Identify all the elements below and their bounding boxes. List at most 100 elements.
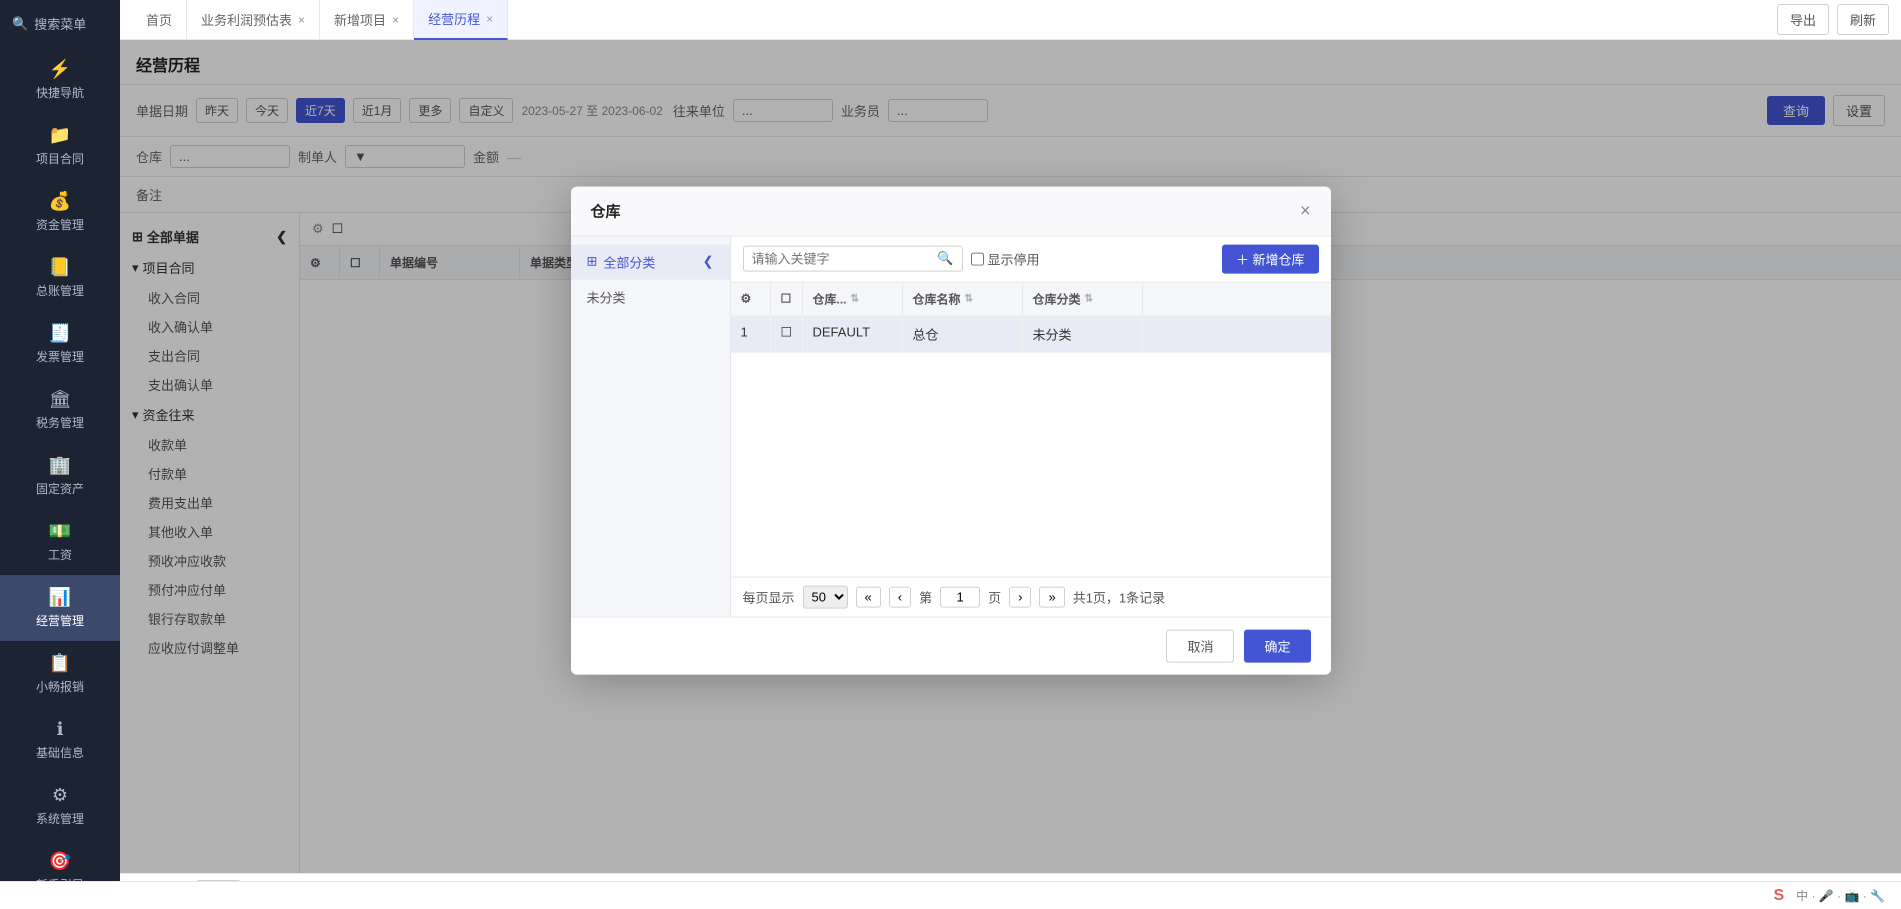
modal-next-btn[interactable]: › [1009, 586, 1031, 607]
modal-prev-btn[interactable]: ‹ [889, 586, 911, 607]
modal-per-page-label: 每页显示 [743, 587, 795, 606]
sidebar-item-quick-nav[interactable]: ⚡ 快捷导航 [0, 47, 120, 113]
tab-business-history-label: 经营历程 [428, 9, 480, 28]
modal-first-btn[interactable]: « [856, 586, 881, 607]
sort-icon-code: ⇅ [851, 293, 859, 304]
sidebar-item-ledger[interactable]: 📒 总账管理 [0, 245, 120, 311]
search-icon-modal: 🔍 [937, 251, 953, 267]
modal-last-btn[interactable]: » [1039, 586, 1064, 607]
modal-per-page-select[interactable]: 50 [803, 585, 848, 608]
search-icon: 🔍 [12, 16, 28, 32]
modal-pagination: 每页显示 50 « ‹ 第 页 › » 共1页，1条记录 [731, 576, 1331, 616]
sidebar-item-sys-mgmt[interactable]: ⚙ 系统管理 [0, 773, 120, 839]
show-disabled-label[interactable]: 显示停用 [971, 249, 1040, 268]
sidebar-item-tax[interactable]: 🏛 税务管理 [0, 377, 120, 443]
modal-toolbar: 🔍 显示停用 ＋ 新增仓库 [731, 236, 1331, 282]
app-status-bar: S 中 · 🎤 · 📺 · 🔧 [0, 881, 1901, 909]
modal-summary: 共1页，1条记录 [1073, 587, 1165, 606]
search-box[interactable]: 🔍 [743, 246, 963, 272]
refresh-button[interactable]: 刷新 [1837, 4, 1889, 35]
modal-header: 仓库 × [571, 186, 1331, 236]
brand-icon: S [1774, 887, 1785, 905]
info-icon: ℹ [57, 719, 64, 740]
modal-close-button[interactable]: × [1300, 200, 1311, 221]
add-warehouse-button[interactable]: ＋ 新增仓库 [1222, 244, 1319, 273]
modal-category-uncategorized[interactable]: 未分类 [571, 279, 730, 314]
sidebar-search[interactable]: 🔍 搜索菜单 [0, 0, 120, 47]
topbar: 首页 业务利润预估表 × 新增项目 × 经营历程 × 导出 刷新 [120, 0, 1901, 40]
sidebar-item-business-mgmt[interactable]: 📊 经营管理 [0, 575, 120, 641]
tab-new-project[interactable]: 新增项目 × [320, 0, 414, 40]
sidebar-item-label: 经营管理 [36, 612, 84, 629]
tab-new-project-close[interactable]: × [392, 13, 399, 27]
sort-icon-name: ⇅ [965, 293, 973, 304]
sidebar-item-xp-sales[interactable]: 📋 小畅报销 [0, 641, 120, 707]
confirm-button[interactable]: 确定 [1244, 629, 1310, 662]
sidebar-item-salary[interactable]: 💵 工资 [0, 509, 120, 575]
xp-icon: 📋 [49, 653, 71, 674]
modal-right-panel: 🔍 显示停用 ＋ 新增仓库 ⚙ ☐ 仓库... ⇅ 仓库名称 ⇅ [731, 236, 1331, 616]
table-row[interactable]: 1 ☐ DEFAULT 总仓 未分类 [731, 316, 1331, 352]
tab-business-history-close[interactable]: × [486, 12, 493, 26]
sidebar-item-fund-mgmt[interactable]: 💰 资金管理 [0, 179, 120, 245]
fund-icon: 💰 [49, 191, 71, 212]
sidebar-item-label: 总账管理 [36, 282, 84, 299]
sys-icon: ⚙ [52, 785, 68, 806]
modal-left-panel: ⊞ 全部分类 ❮ 未分类 [571, 236, 731, 616]
sidebar-item-label: 工资 [48, 546, 72, 563]
project-icon: 📁 [49, 125, 71, 146]
sidebar-item-label: 资金管理 [36, 216, 84, 233]
search-input[interactable] [752, 251, 932, 266]
modal-actions: 取消 确定 [571, 616, 1331, 674]
sort-icon-category: ⇅ [1085, 293, 1093, 304]
tab-profit-label: 业务利润预估表 [201, 10, 292, 29]
ledger-icon: 📒 [49, 257, 71, 278]
sidebar-item-project-contract[interactable]: 📁 项目合同 [0, 113, 120, 179]
row-category: 未分类 [1023, 316, 1143, 351]
modal-th-code[interactable]: 仓库... ⇅ [803, 282, 903, 315]
guide-icon: 🎯 [49, 851, 71, 872]
row-name: 总仓 [903, 316, 1023, 351]
modal-page-input[interactable] [940, 586, 980, 607]
cancel-button[interactable]: 取消 [1166, 629, 1234, 662]
modal-body: ⊞ 全部分类 ❮ 未分类 🔍 显示停用 ＋ 新增仓库 [571, 236, 1331, 616]
tab-profit-close[interactable]: × [298, 13, 305, 27]
row-checkbox[interactable]: ☐ [771, 316, 803, 351]
assets-icon: 🏢 [49, 455, 71, 476]
row-index: 1 [731, 316, 771, 351]
tab-home-label: 首页 [146, 10, 172, 29]
modal-th-category[interactable]: 仓库分类 ⇅ [1023, 282, 1143, 315]
quick-nav-icon: ⚡ [49, 59, 71, 80]
sidebar-item-label: 固定资产 [36, 480, 84, 497]
modal-category-all[interactable]: ⊞ 全部分类 ❮ [571, 244, 730, 279]
modal-th-settings: ⚙ [731, 282, 771, 315]
sidebar-item-label: 税务管理 [36, 414, 84, 431]
sidebar-item-label: 项目合同 [36, 150, 84, 167]
tab-business-history[interactable]: 经营历程 × [414, 0, 508, 40]
collapse-modal-icon[interactable]: ❮ [703, 254, 714, 270]
status-dots: 中 · 🎤 · 📺 · 🔧 [1796, 887, 1885, 904]
modal-th-name[interactable]: 仓库名称 ⇅ [903, 282, 1023, 315]
modal-page-label: 页 [988, 587, 1001, 606]
row-code: DEFAULT [803, 316, 903, 351]
sidebar-item-label: 系统管理 [36, 810, 84, 827]
show-disabled-checkbox[interactable] [971, 252, 984, 265]
tab-home[interactable]: 首页 [132, 0, 187, 40]
modal-title: 仓库 [591, 200, 621, 221]
modal-table-header: ⚙ ☐ 仓库... ⇅ 仓库名称 ⇅ 仓库分类 ⇅ [731, 282, 1331, 316]
tab-new-project-label: 新增项目 [334, 10, 386, 29]
sidebar-search-label: 搜索菜单 [34, 14, 86, 33]
tab-profit-estimate[interactable]: 业务利润预估表 × [187, 0, 320, 40]
sidebar: 🔍 搜索菜单 ⚡ 快捷导航 📁 项目合同 💰 资金管理 📒 总账管理 🧾 发票管… [0, 0, 120, 909]
salary-icon: 💵 [49, 521, 71, 542]
export-button[interactable]: 导出 [1777, 4, 1829, 35]
grid-icon-modal: ⊞ [587, 254, 598, 270]
tax-icon: 🏛 [49, 389, 72, 410]
modal-table-body: 1 ☐ DEFAULT 总仓 未分类 [731, 316, 1331, 576]
sidebar-item-label: 快捷导航 [36, 84, 84, 101]
sidebar-item-fixed-assets[interactable]: 🏢 固定资产 [0, 443, 120, 509]
modal-th-checkbox[interactable]: ☐ [771, 282, 803, 315]
modal-page-num-label: 第 [919, 587, 932, 606]
sidebar-item-basic-info[interactable]: ℹ 基础信息 [0, 707, 120, 773]
sidebar-item-invoice[interactable]: 🧾 发票管理 [0, 311, 120, 377]
